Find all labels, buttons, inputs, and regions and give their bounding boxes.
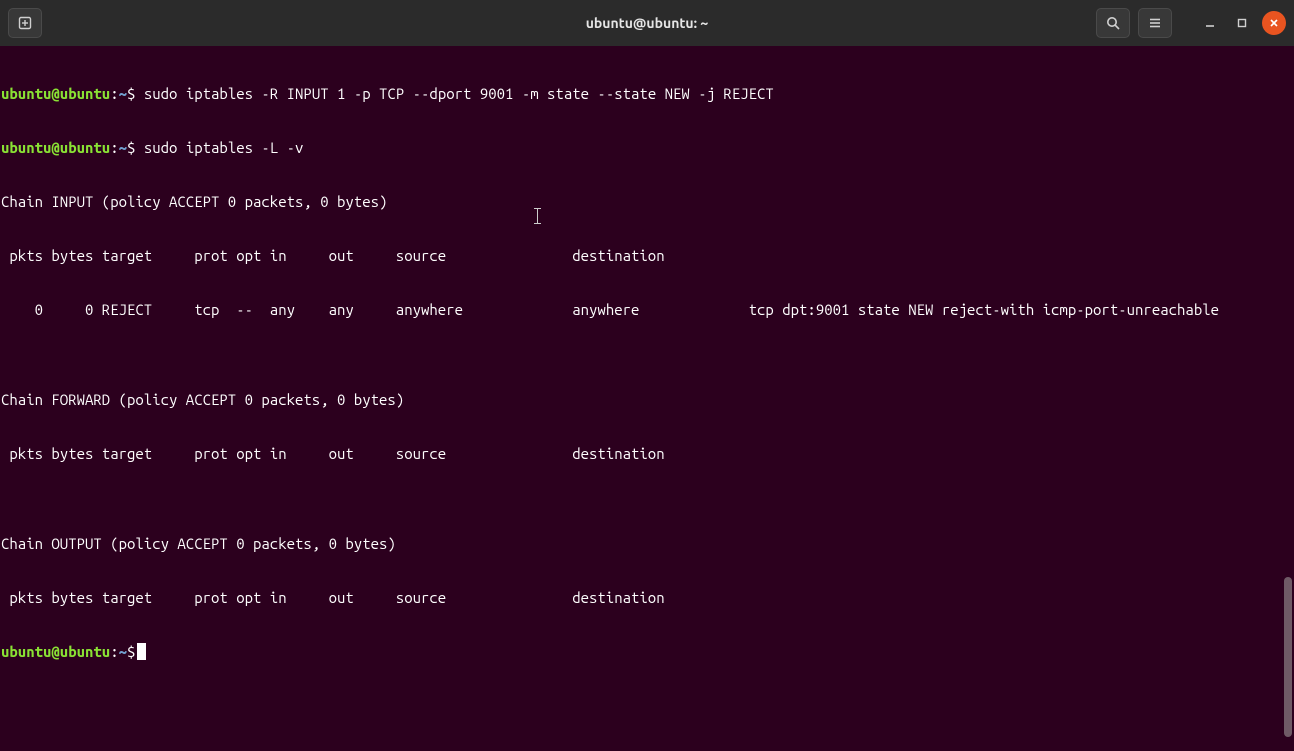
terminal-area[interactable]: ubuntu@ubuntu:~$ sudo iptables -R INPUT … <box>0 46 1294 741</box>
prompt-line: ubuntu@ubuntu:~$ <box>1 643 1294 661</box>
prompt-user: ubuntu@ubuntu <box>1 85 110 102</box>
search-icon <box>1105 15 1121 31</box>
text-cursor-ibeam <box>537 208 538 224</box>
maximize-button[interactable] <box>1230 11 1254 35</box>
new-tab-button[interactable] <box>8 8 42 38</box>
prompt-symbol: $ <box>127 643 135 660</box>
output-line: 0 0 REJECT tcp -- any any anywhere anywh… <box>1 301 1294 319</box>
titlebar: ubuntu@ubuntu: ~ <box>0 0 1294 46</box>
prompt-path: ~ <box>119 139 127 156</box>
menu-button[interactable] <box>1138 8 1172 38</box>
command-text: sudo iptables -L -v <box>144 139 304 156</box>
window-title: ubuntu@ubuntu: ~ <box>586 14 709 32</box>
prompt-line: ubuntu@ubuntu:~$ sudo iptables -L -v <box>1 139 1294 157</box>
close-icon <box>1268 17 1280 29</box>
prompt-user: ubuntu@ubuntu <box>1 139 110 156</box>
prompt-colon: : <box>110 643 118 660</box>
prompt-path: ~ <box>119 643 127 660</box>
maximize-icon <box>1236 17 1248 29</box>
output-line: pkts bytes target prot opt in out source… <box>1 589 1294 607</box>
prompt-line: ubuntu@ubuntu:~$ sudo iptables -R INPUT … <box>1 85 1294 103</box>
minimize-icon <box>1204 17 1216 29</box>
prompt-colon: : <box>110 85 118 102</box>
search-button[interactable] <box>1096 8 1130 38</box>
scrollbar-thumb[interactable] <box>1284 577 1292 737</box>
prompt-colon: : <box>110 139 118 156</box>
hamburger-icon <box>1147 15 1163 31</box>
close-button[interactable] <box>1262 11 1286 35</box>
command-text: sudo iptables -R INPUT 1 -p TCP --dport … <box>144 85 774 102</box>
new-tab-icon <box>17 15 33 31</box>
output-line: Chain FORWARD (policy ACCEPT 0 packets, … <box>1 391 1294 409</box>
output-line: pkts bytes target prot opt in out source… <box>1 247 1294 265</box>
minimize-button[interactable] <box>1198 11 1222 35</box>
prompt-path: ~ <box>119 85 127 102</box>
block-cursor <box>137 643 146 660</box>
output-line: pkts bytes target prot opt in out source… <box>1 445 1294 463</box>
prompt-user: ubuntu@ubuntu <box>1 643 110 660</box>
output-line: Chain OUTPUT (policy ACCEPT 0 packets, 0… <box>1 535 1294 553</box>
output-line: Chain INPUT (policy ACCEPT 0 packets, 0 … <box>1 193 1294 211</box>
